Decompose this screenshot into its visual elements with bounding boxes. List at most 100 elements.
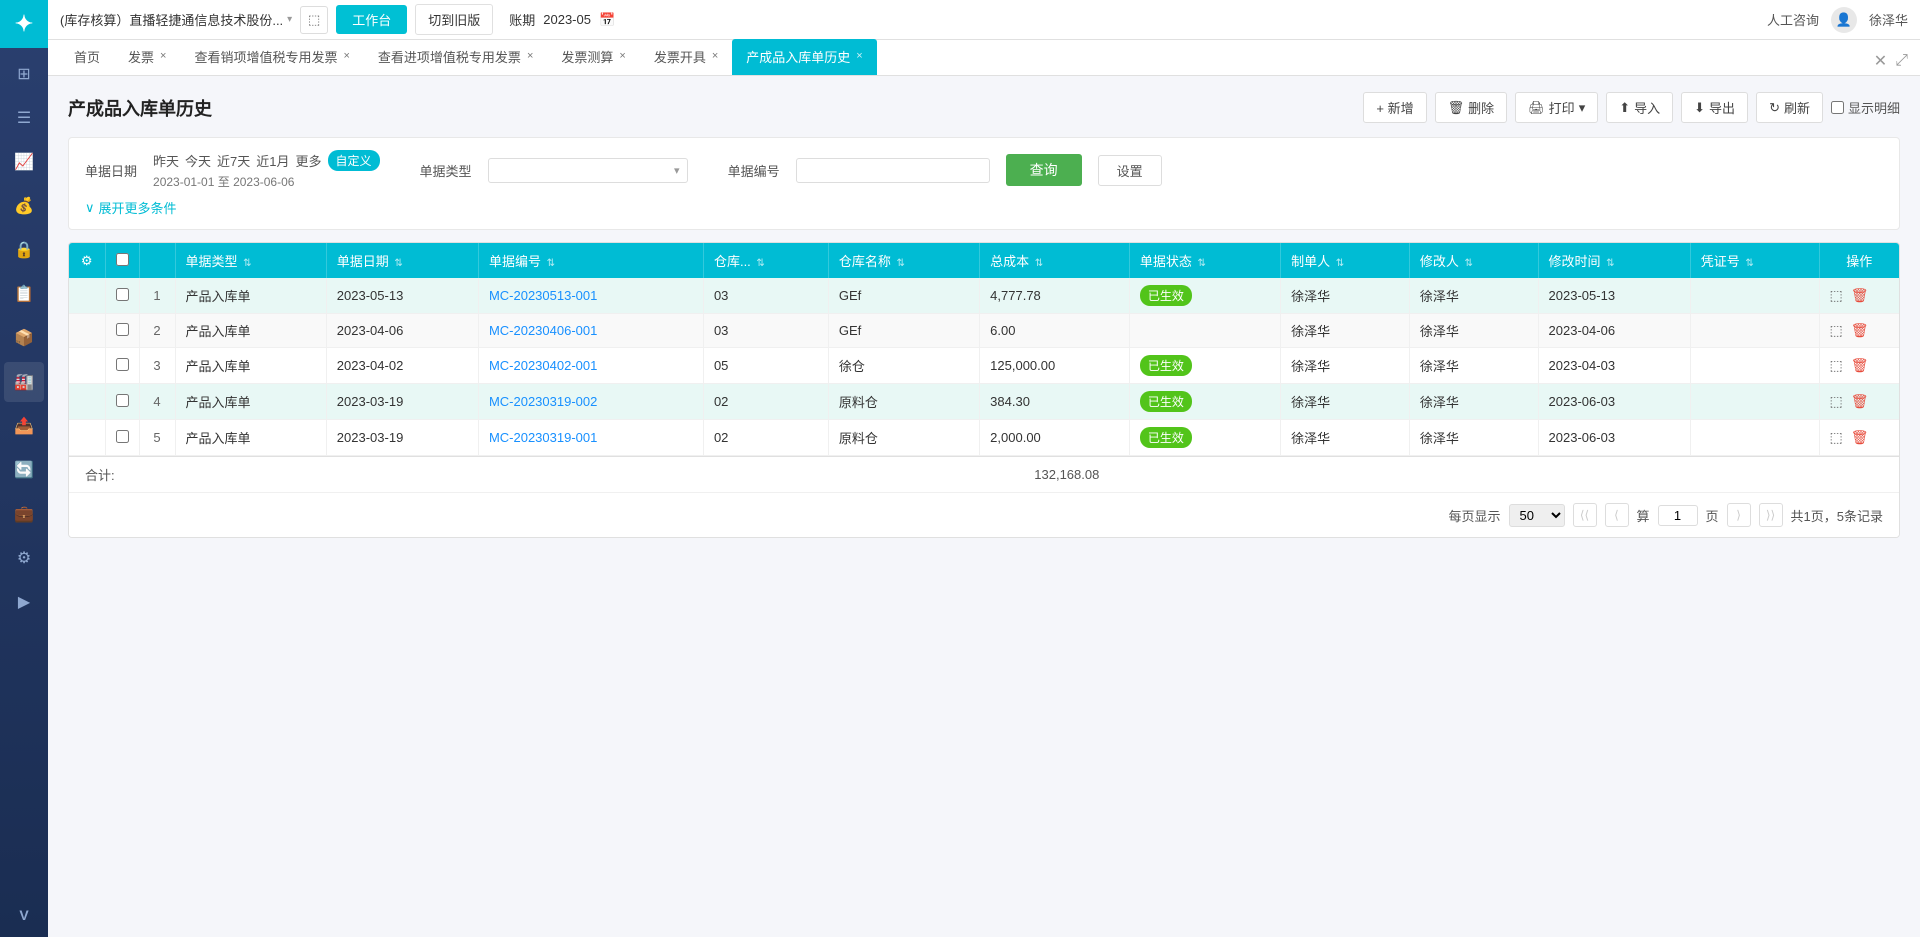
expand-conditions-button[interactable]: ∨ 展开更多条件 [85, 198, 177, 217]
sidebar-item-purchase[interactable]: 📤 [4, 406, 44, 446]
per-page-select[interactable]: 50 100 200 [1509, 504, 1565, 527]
set-button[interactable]: 设置 [1098, 155, 1162, 186]
row-checkbox-1[interactable] [105, 314, 139, 348]
sidebar-item-expense[interactable]: 💼 [4, 494, 44, 534]
row-edit-icon-4[interactable]: ⬚ [1830, 429, 1843, 446]
row-number-link-2[interactable]: MC-20230402-001 [489, 358, 597, 373]
row-edit-icon-0[interactable]: ⬚ [1830, 287, 1843, 304]
workbench-button[interactable]: 工作台 [336, 5, 407, 34]
import-button[interactable]: ⬆ 导入 [1606, 92, 1673, 123]
row-checkbox-4[interactable] [105, 420, 139, 456]
col-date-header[interactable]: 单据日期 ⇅ [326, 243, 478, 278]
switch-old-button[interactable]: 切到旧版 [415, 4, 493, 35]
tab-purchase-invoice-close[interactable]: × [527, 50, 533, 62]
row-checkbox-0[interactable] [105, 278, 139, 314]
tab-product-history[interactable]: 产成品入库单历史 × [732, 39, 876, 75]
col-cost-header[interactable]: 总成本 ⇅ [980, 243, 1130, 278]
sidebar-item-inventory[interactable]: 📦 [4, 318, 44, 358]
sidebar-item-finance[interactable]: 💰 [4, 186, 44, 226]
tab-invoice-issue[interactable]: 发票开具 × [640, 39, 732, 75]
calendar-icon[interactable]: 📅 [599, 12, 615, 28]
tab-invoice-calc[interactable]: 发票测算 × [547, 39, 639, 75]
tab-invoice-close[interactable]: × [160, 50, 166, 62]
date-more[interactable]: 更多 [296, 151, 322, 170]
tab-invoice-calc-close[interactable]: × [619, 50, 625, 62]
select-all-checkbox[interactable] [116, 253, 129, 266]
col-voucher-header[interactable]: 凭证号 ⇅ [1690, 243, 1819, 278]
sidebar-item-report[interactable]: 📈 [4, 142, 44, 182]
tab-invoice-issue-close[interactable]: × [712, 50, 718, 62]
sidebar-item-production[interactable]: 🏭 [4, 362, 44, 402]
row-edit-icon-1[interactable]: ⬚ [1830, 322, 1843, 339]
row-number-1[interactable]: MC-20230406-001 [478, 314, 703, 348]
row-number-2[interactable]: MC-20230402-001 [478, 348, 703, 384]
row-delete-icon-1[interactable]: 🗑 [1851, 322, 1869, 339]
sidebar-item-docs[interactable]: 📋 [4, 274, 44, 314]
row-checkbox-2[interactable] [105, 348, 139, 384]
col-modifier-header[interactable]: 修改人 ⇅ [1409, 243, 1538, 278]
tab-home[interactable]: 首页 [60, 39, 114, 75]
company-selector[interactable]: (库存核算）直播轻捷通信息技术股份... ▾ [60, 10, 292, 29]
col-warehouse-name-header[interactable]: 仓库名称 ⇅ [828, 243, 979, 278]
first-page-btn[interactable]: ⟨⟨ [1573, 503, 1597, 527]
tab-expand-icon[interactable]: ⤢ [1895, 52, 1908, 70]
prev-page-btn[interactable]: ⟨ [1605, 503, 1629, 527]
col-settings-header[interactable]: ⚙ [69, 243, 105, 278]
export-button[interactable]: ⬇ 导出 [1681, 92, 1748, 123]
row-number-link-0[interactable]: MC-20230513-001 [489, 288, 597, 303]
date-today[interactable]: 今天 [185, 151, 211, 170]
sidebar-item-version[interactable]: V [4, 895, 44, 935]
sidebar-item-security[interactable]: 🔒 [4, 230, 44, 270]
row-delete-icon-4[interactable]: 🗑 [1851, 429, 1869, 446]
avatar[interactable]: 👤 [1831, 7, 1857, 33]
row-number-4[interactable]: MC-20230319-001 [478, 420, 703, 456]
tab-sales-invoice-close[interactable]: × [343, 50, 349, 62]
date-1month[interactable]: 近1月 [256, 151, 289, 170]
col-modify-time-header[interactable]: 修改时间 ⇅ [1538, 243, 1690, 278]
tab-close-all-icon[interactable]: ✕ [1874, 51, 1887, 71]
col-creator-header[interactable]: 制单人 ⇅ [1281, 243, 1410, 278]
next-page-btn[interactable]: ⟩ [1727, 503, 1751, 527]
col-warehouse-code-header[interactable]: 仓库... ⇅ [703, 243, 828, 278]
date-yesterday[interactable]: 昨天 [153, 151, 179, 170]
row-number-0[interactable]: MC-20230513-001 [478, 278, 703, 314]
user-service[interactable]: 人工咨询 [1767, 10, 1819, 29]
refresh-button[interactable]: ↻ 刷新 [1756, 92, 1823, 123]
page-number-input[interactable] [1658, 505, 1698, 526]
col-status-header[interactable]: 单据状态 ⇅ [1129, 243, 1280, 278]
row-number-link-3[interactable]: MC-20230319-002 [489, 394, 597, 409]
query-button[interactable]: 查询 [1006, 154, 1082, 186]
print-button[interactable]: 🖨 打印 ▾ [1515, 92, 1598, 123]
sidebar-item-settings[interactable]: ⚙ [4, 538, 44, 578]
show-detail-checkbox[interactable] [1831, 101, 1844, 114]
row-delete-icon-3[interactable]: 🗑 [1851, 393, 1869, 410]
row-number-3[interactable]: MC-20230319-002 [478, 384, 703, 420]
sidebar-item-home[interactable]: ⊞ [4, 54, 44, 94]
type-select[interactable]: 产品入库单 [488, 158, 688, 183]
row-number-link-1[interactable]: MC-20230406-001 [489, 323, 597, 338]
sidebar-item-supply[interactable]: 🔄 [4, 450, 44, 490]
row-edit-icon-3[interactable]: ⬚ [1830, 393, 1843, 410]
number-input[interactable] [796, 158, 990, 183]
tab-invoice[interactable]: 发票 × [114, 39, 180, 75]
tab-purchase-invoice[interactable]: 查看进项增值税专用发票 × [364, 39, 547, 75]
last-page-btn[interactable]: ⟩⟩ [1759, 503, 1783, 527]
sidebar-item-video[interactable]: ▶ [4, 582, 44, 622]
copy-icon[interactable]: ⬚ [300, 6, 328, 34]
row-checkbox-3[interactable] [105, 384, 139, 420]
export-icon: ⬇ [1694, 100, 1705, 116]
date-custom[interactable]: 自定义 [328, 150, 380, 171]
delete-button[interactable]: 🗑 删除 [1435, 92, 1508, 123]
tab-sales-invoice[interactable]: 查看销项增值税专用发票 × [180, 39, 363, 75]
row-number-link-4[interactable]: MC-20230319-001 [489, 430, 597, 445]
col-type-header[interactable]: 单据类型 ⇅ [175, 243, 326, 278]
sidebar-item-menu[interactable]: ☰ [4, 98, 44, 138]
new-button[interactable]: + 新增 [1363, 92, 1426, 123]
col-number-header[interactable]: 单据编号 ⇅ [478, 243, 703, 278]
row-delete-icon-0[interactable]: 🗑 [1851, 287, 1869, 304]
row-delete-icon-2[interactable]: 🗑 [1851, 357, 1869, 374]
row-edit-icon-2[interactable]: ⬚ [1830, 357, 1843, 374]
row-warehouse-name-0: GEf [828, 278, 979, 314]
date-7days[interactable]: 近7天 [217, 151, 250, 170]
tab-product-history-close[interactable]: × [856, 50, 862, 62]
